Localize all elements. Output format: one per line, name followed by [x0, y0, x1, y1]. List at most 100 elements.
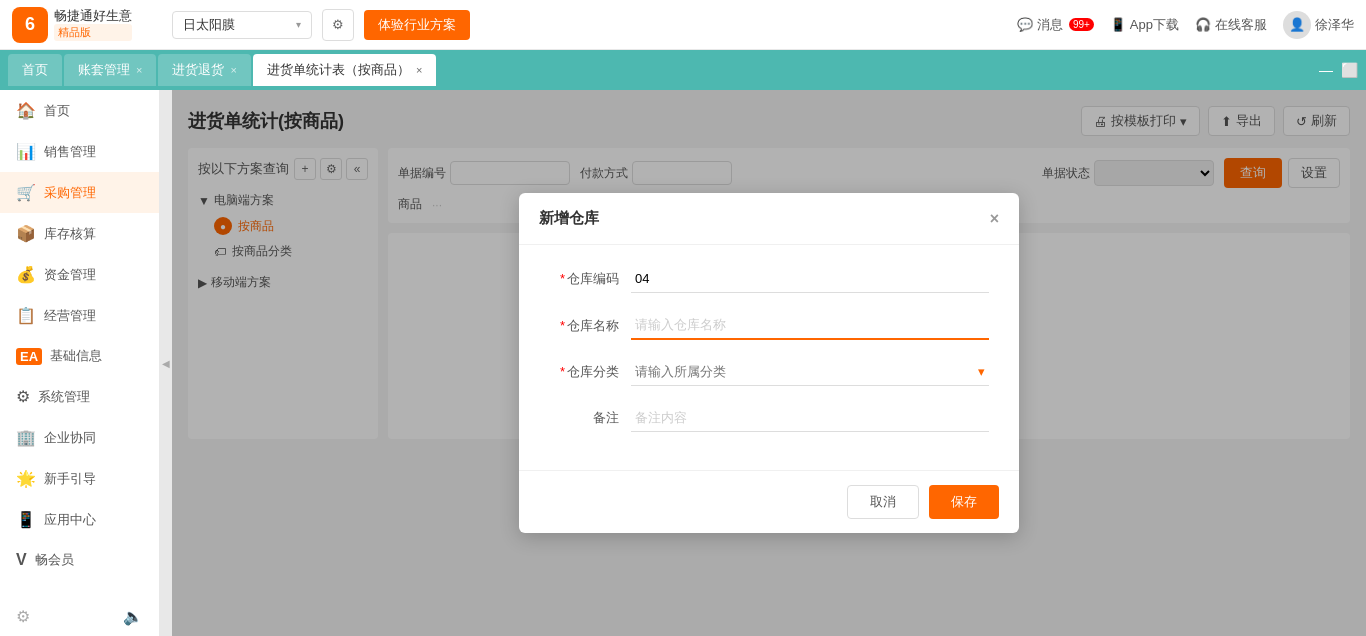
sidebar-label: 资金管理: [44, 266, 96, 284]
chevron-down-icon[interactable]: ▾: [978, 364, 985, 379]
finance-icon: 💰: [16, 265, 36, 284]
sidebar-item-inventory[interactable]: 📦 库存核算: [0, 213, 159, 254]
sidebar-label: 系统管理: [38, 388, 90, 406]
operations-icon: 📋: [16, 306, 36, 325]
tab-label: 账套管理: [78, 61, 130, 79]
sidebar-collapse[interactable]: ◀: [160, 90, 172, 636]
dialog-title: 新增仓库: [539, 209, 599, 228]
category-input[interactable]: [635, 364, 978, 379]
tab-home[interactable]: 首页: [8, 54, 62, 86]
dialog-header: 新增仓库 ×: [519, 193, 1019, 245]
tab-purchase-return[interactable]: 进货退货 ×: [158, 54, 250, 86]
sidebar-label: 基础信息: [50, 347, 102, 365]
topbar: 6 畅捷通好生意 精品版 日太阳膜 ▾ ⚙ 体验行业方案 💬 消息 99+ 📱 …: [0, 0, 1366, 50]
store-name: 日太阳膜: [183, 16, 235, 34]
logo-area: 6 畅捷通好生意 精品版: [12, 7, 162, 43]
sidebar-label: 首页: [44, 102, 70, 120]
app-download-btn[interactable]: 📱 App下载: [1110, 16, 1179, 34]
sidebar-item-guide[interactable]: 🌟 新手引导: [0, 458, 159, 499]
logo-icon: 6: [12, 7, 48, 43]
topbar-right: 💬 消息 99+ 📱 App下载 🎧 在线客服 👤 徐泽华: [1017, 11, 1354, 39]
field-row-code: 仓库编码: [549, 265, 989, 293]
sidebar: 🏠 首页 📊 销售管理 🛒 采购管理 📦 库存核算 💰 资金管理 📋 经营管理 …: [0, 90, 160, 636]
main-content: 进货单统计(按商品) 🖨 按模板打印 ▾ ⬆ 导出 ↺ 刷新: [172, 90, 1366, 636]
purchase-icon: 🛒: [16, 183, 36, 202]
dialog-body: 仓库编码 仓库名称 仓库分类 ▾: [519, 245, 1019, 470]
sidebar-item-purchase[interactable]: 🛒 采购管理: [0, 172, 159, 213]
messages-btn[interactable]: 💬 消息 99+: [1017, 16, 1094, 34]
warehouse-code-input[interactable]: [631, 265, 989, 293]
system-icon: ⚙: [16, 387, 30, 406]
phone-icon: 📱: [1110, 17, 1126, 32]
modal-overlay: 新增仓库 × 仓库编码 仓库名称 仓库分类: [172, 90, 1366, 636]
message-icon: 💬: [1017, 17, 1033, 32]
sidebar-label: 新手引导: [44, 470, 96, 488]
tab-actions: — ⬜: [1319, 62, 1358, 78]
member-icon: V: [16, 551, 27, 569]
sidebar-bottom: ⚙ 🔈: [0, 597, 159, 636]
cancel-button[interactable]: 取消: [847, 485, 919, 519]
dialog-footer: 取消 保存: [519, 470, 1019, 533]
name-label: 仓库名称: [549, 317, 619, 335]
chevron-down-icon: ▾: [296, 19, 301, 30]
sales-icon: 📊: [16, 142, 36, 161]
sidebar-item-sales[interactable]: 📊 销售管理: [0, 131, 159, 172]
sidebar-label: 畅会员: [35, 551, 74, 569]
field-row-name: 仓库名称: [549, 311, 989, 340]
customer-service-btn[interactable]: 🎧 在线客服: [1195, 16, 1267, 34]
field-row-category: 仓库分类 ▾: [549, 358, 989, 386]
tab-accounts[interactable]: 账套管理 ×: [64, 54, 156, 86]
field-row-remark: 备注: [549, 404, 989, 432]
sidebar-label: 应用中心: [44, 511, 96, 529]
settings-bottom-icon[interactable]: ⚙: [16, 607, 30, 626]
minimize-icon[interactable]: —: [1319, 62, 1333, 78]
sidebar-label: 企业协同: [44, 429, 96, 447]
sidebar-item-app[interactable]: 📱 应用中心: [0, 499, 159, 540]
sidebar-item-operations[interactable]: 📋 经营管理: [0, 295, 159, 336]
basic-info-icon: EA: [16, 348, 42, 365]
sidebar-label: 经营管理: [44, 307, 96, 325]
warehouse-name-input[interactable]: [631, 311, 989, 340]
tab-purchase-stats[interactable]: 进货单统计表（按商品） ×: [253, 54, 436, 86]
sidebar-item-system[interactable]: ⚙ 系统管理: [0, 376, 159, 417]
save-button[interactable]: 保存: [929, 485, 999, 519]
close-icon[interactable]: ×: [136, 64, 142, 76]
trial-button[interactable]: 体验行业方案: [364, 10, 470, 40]
category-select-wrap: ▾: [631, 358, 989, 386]
sidebar-label: 库存核算: [44, 225, 96, 243]
close-icon[interactable]: ×: [416, 64, 422, 76]
inventory-icon: 📦: [16, 224, 36, 243]
logo-text: 畅捷通好生意: [54, 8, 132, 25]
settings-icon[interactable]: ⚙: [322, 9, 354, 41]
logo-badge: 精品版: [54, 24, 132, 41]
app-icon: 📱: [16, 510, 36, 529]
dialog-add-warehouse: 新增仓库 × 仓库编码 仓库名称 仓库分类: [519, 193, 1019, 533]
enterprise-icon: 🏢: [16, 428, 36, 447]
user-menu[interactable]: 👤 徐泽华: [1283, 11, 1354, 39]
main-layout: 🏠 首页 📊 销售管理 🛒 采购管理 📦 库存核算 💰 资金管理 📋 经营管理 …: [0, 90, 1366, 636]
sidebar-item-member[interactable]: V 畅会员: [0, 540, 159, 580]
sidebar-item-home[interactable]: 🏠 首页: [0, 90, 159, 131]
code-label: 仓库编码: [549, 270, 619, 288]
tab-label: 首页: [22, 61, 48, 79]
sidebar-item-finance[interactable]: 💰 资金管理: [0, 254, 159, 295]
sidebar-label: 采购管理: [44, 184, 96, 202]
headset-icon: 🎧: [1195, 17, 1211, 32]
sidebar-item-enterprise[interactable]: 🏢 企业协同: [0, 417, 159, 458]
category-label: 仓库分类: [549, 363, 619, 381]
close-dialog-button[interactable]: ×: [990, 210, 999, 228]
close-icon[interactable]: ×: [230, 64, 236, 76]
remark-label: 备注: [549, 409, 619, 427]
sidebar-label: 销售管理: [44, 143, 96, 161]
maximize-icon[interactable]: ⬜: [1341, 62, 1358, 78]
tab-label: 进货单统计表（按商品）: [267, 61, 410, 79]
remark-input[interactable]: [631, 404, 989, 432]
notification-badge: 99+: [1069, 18, 1094, 31]
speaker-icon[interactable]: 🔈: [123, 607, 143, 626]
sidebar-item-basic-info[interactable]: EA 基础信息: [0, 336, 159, 376]
store-selector[interactable]: 日太阳膜 ▾: [172, 11, 312, 39]
guide-icon: 🌟: [16, 469, 36, 488]
avatar: 👤: [1283, 11, 1311, 39]
home-icon: 🏠: [16, 101, 36, 120]
tabbar: 首页 账套管理 × 进货退货 × 进货单统计表（按商品） × — ⬜: [0, 50, 1366, 90]
